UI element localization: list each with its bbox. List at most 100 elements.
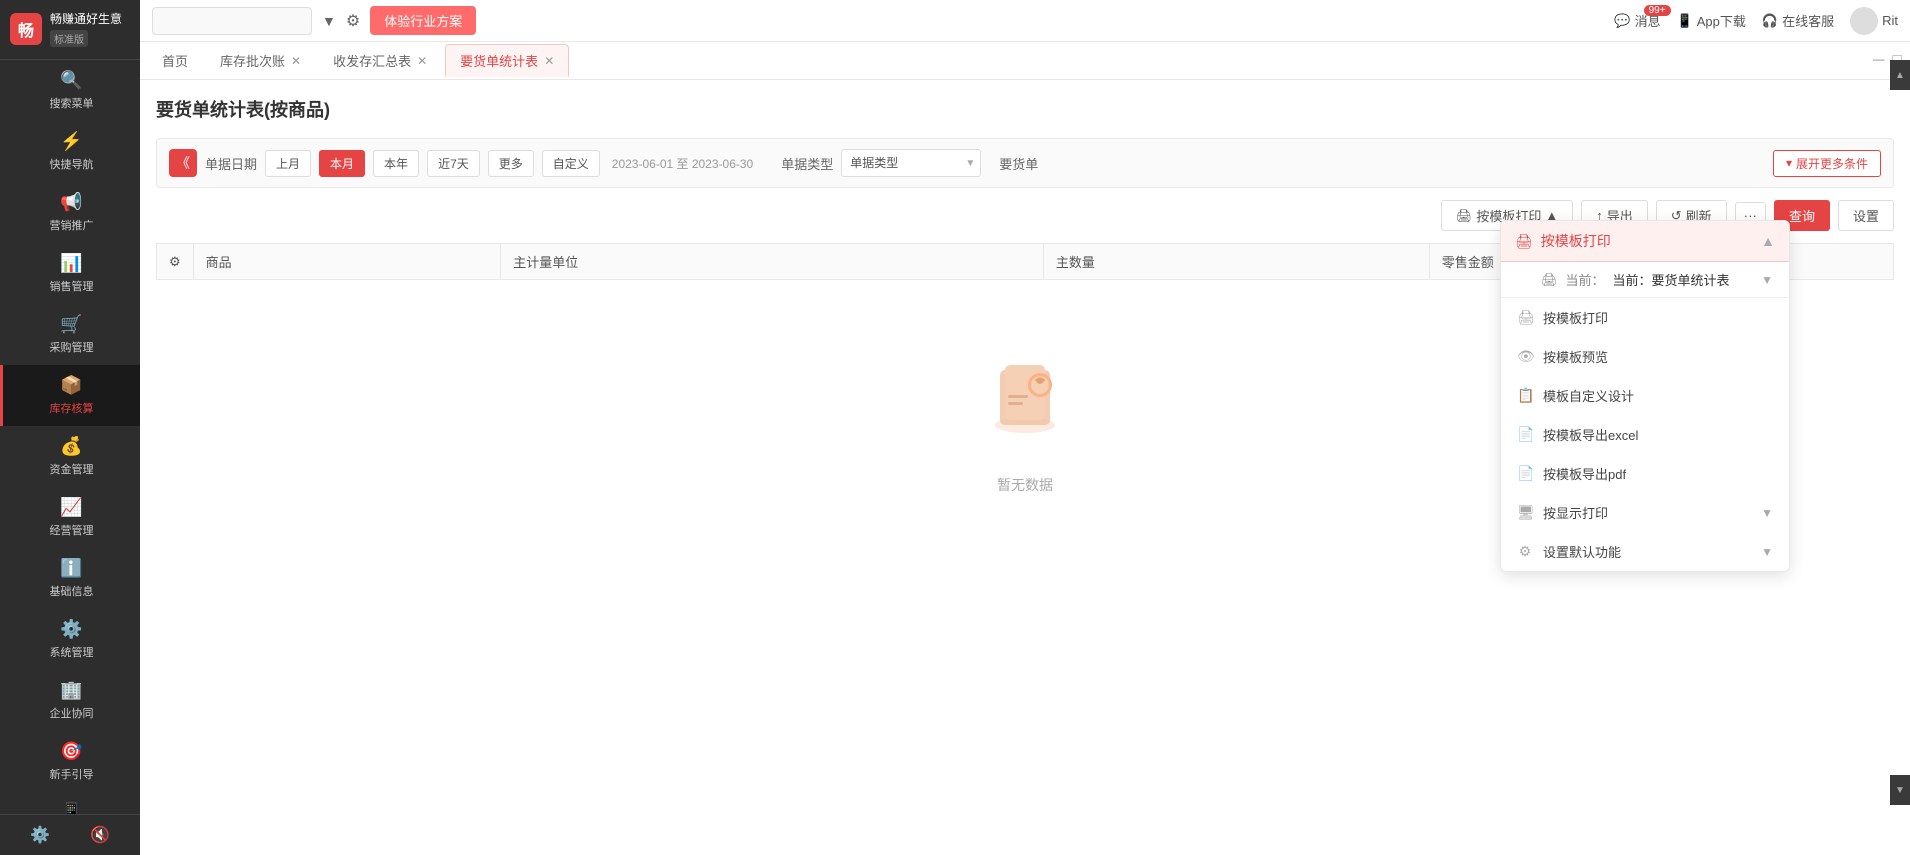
export-excel-icon: 📄 xyxy=(1517,426,1533,443)
main-area: ▼ ⚙ 体验行业方案 💬 消息 99+ 📱 App下载 🎧 在线客服 Rit xyxy=(140,0,1910,855)
sidebar-item-apps[interactable]: 📱 应用中心 xyxy=(0,792,140,814)
online-service-nav-item[interactable]: 🎧 在线客服 xyxy=(1762,11,1834,30)
messages-nav-item[interactable]: 💬 消息 99+ xyxy=(1614,11,1660,30)
minimize-icon[interactable]: ─ xyxy=(1873,52,1884,70)
template-print-item[interactable]: 🖨 按模板打印 xyxy=(1501,298,1789,337)
tab-receipt-summary[interactable]: 收发存汇总表 ✕ xyxy=(319,45,441,76)
tab-home-label: 首页 xyxy=(162,51,188,70)
app-download-label: App下载 xyxy=(1697,11,1746,30)
system-icon: ⚙️ xyxy=(60,619,82,640)
print-dropdown-current[interactable]: 🖨 当前： 当前：要货单统计表 ▼ xyxy=(1501,262,1789,298)
header-search-input[interactable] xyxy=(152,7,312,35)
operations-icon: 📈 xyxy=(60,497,82,518)
purchase-icon: 🛒 xyxy=(60,314,82,335)
sidebar-item-operations[interactable]: 📈 经营管理 xyxy=(0,487,140,548)
col-quantity: 主数量 xyxy=(1043,244,1429,280)
newbie-icon: 🎯 xyxy=(60,741,82,762)
sidebar-item-newbie[interactable]: 🎯 新手引导 xyxy=(0,731,140,792)
enterprise-icon: 🏢 xyxy=(60,680,82,701)
online-service-label: 在线客服 xyxy=(1782,11,1834,30)
template-preview-icon: 👁 xyxy=(1517,348,1533,365)
sidebar-item-purchase[interactable]: 🛒 采购管理 xyxy=(0,304,140,365)
printer-icon: 🖨 xyxy=(1515,233,1533,250)
tab-inventory-batch-label: 库存批次账 xyxy=(220,51,285,70)
sidebar-item-shortcut[interactable]: ⚡ 快捷导航 xyxy=(0,121,140,182)
tab-inventory-batch[interactable]: 库存批次账 ✕ xyxy=(206,45,315,76)
current-template-icon: 🖨 xyxy=(1541,272,1558,288)
empty-text: 暂无数据 xyxy=(997,475,1053,495)
template-export-pdf-item[interactable]: 📄 按模板导出pdf xyxy=(1501,454,1789,493)
sidebar-items: 🔍 搜索菜单 ⚡ 快捷导航 📢 营销推广 📊 销售管理 🛒 采购管理 📦 库存核… xyxy=(0,60,140,814)
tab-requisition-stats-close[interactable]: ✕ xyxy=(544,54,554,68)
template-custom-design-item[interactable]: 📋 模板自定义设计 xyxy=(1501,376,1789,415)
tab-home[interactable]: 首页 xyxy=(148,45,202,76)
filter-bar: 《 单据日期 上月 本月 本年 近7天 更多 自定义 2023-06-01 至 … xyxy=(156,138,1894,188)
sidebar-item-system[interactable]: ⚙️ 系统管理 xyxy=(0,609,140,670)
operations-label: 经营管理 xyxy=(50,522,94,538)
date-this-month-btn[interactable]: 本月 xyxy=(319,150,365,177)
tab-inventory-batch-close[interactable]: ✕ xyxy=(291,54,301,68)
scroll-down-btn[interactable]: ▼ xyxy=(1890,775,1910,805)
date-label: 单据日期 xyxy=(205,154,257,173)
marketing-label: 营销推广 xyxy=(50,217,94,233)
template-print-label: 按模板打印 xyxy=(1543,308,1608,327)
scroll-up-btn[interactable]: ▲ xyxy=(1890,60,1910,90)
tabs-bar: 首页 库存批次账 ✕ 收发存汇总表 ✕ 要货单统计表 ✕ ─ □ xyxy=(140,42,1910,80)
sidebar: 畅 畅赚通好生意 标准版 ▲ 🔍 搜索菜单 ⚡ 快捷导航 📢 营销推广 📊 销售… xyxy=(0,0,140,855)
set-default-icon: ⚙ xyxy=(1517,543,1533,560)
date-last-month-btn[interactable]: 上月 xyxy=(265,150,311,177)
dropdown-icon[interactable]: ▼ xyxy=(322,13,336,29)
user-avatar-area[interactable]: Rit xyxy=(1850,7,1898,35)
filter-expand-btn[interactable]: 《 xyxy=(169,149,197,177)
sidebar-item-inventory[interactable]: 📦 库存核算 xyxy=(0,365,140,426)
sidebar-item-search[interactable]: 🔍 搜索菜单 xyxy=(0,60,140,121)
page-title-bar: 要货单统计表(按商品) xyxy=(156,96,1894,122)
mute-icon[interactable]: 🔇 xyxy=(90,825,110,845)
message-badge: 99+ xyxy=(1644,5,1671,16)
order-status-filter: 要货单 xyxy=(999,154,1038,173)
header-right: 💬 消息 99+ 📱 App下载 🎧 在线客服 Rit xyxy=(1614,7,1898,35)
display-print-icon: 🖥 xyxy=(1517,504,1533,521)
sidebar-item-enterprise[interactable]: 🏢 企业协同 xyxy=(0,670,140,731)
tab-requisition-stats[interactable]: 要货单统计表 ✕ xyxy=(445,44,569,77)
inventory-icon: 📦 xyxy=(60,375,82,396)
expand-more-btn[interactable]: ▾ 展开更多条件 xyxy=(1773,150,1881,177)
date-7days-btn[interactable]: 近7天 xyxy=(427,150,480,177)
template-preview-item[interactable]: 👁 按模板预览 xyxy=(1501,337,1789,376)
header-gear-icon[interactable]: ⚙ xyxy=(346,11,360,31)
finance-icon: 💰 xyxy=(60,436,82,457)
type-select[interactable]: 单据类型 xyxy=(841,149,981,177)
order-status-label: 要货单 xyxy=(999,154,1038,173)
sidebar-item-marketing[interactable]: 📢 营销推广 xyxy=(0,182,140,243)
message-icon: 💬 xyxy=(1614,13,1630,29)
template-export-pdf-label: 按模板导出pdf xyxy=(1543,464,1626,483)
marketing-icon: 📢 xyxy=(60,192,82,213)
template-export-excel-item[interactable]: 📄 按模板导出excel xyxy=(1501,415,1789,454)
finance-label: 资金管理 xyxy=(50,461,94,477)
print-dropdown: 🖨 按模板打印 ▲ 🖨 当前： 当前：要货单统计表 ▼ 🖨 按模板打印 xyxy=(1500,220,1790,572)
sales-icon: 📊 xyxy=(60,253,82,274)
app-name: 畅赚通好生意 xyxy=(50,12,122,28)
app-download-nav-item[interactable]: 📱 App下载 xyxy=(1677,11,1746,30)
date-custom-btn[interactable]: 自定义 xyxy=(542,150,600,177)
print-dropdown-close-btn[interactable]: ▲ xyxy=(1761,233,1775,249)
set-default-item[interactable]: ⚙ 设置默认功能 ▼ xyxy=(1501,532,1789,571)
date-more-btn[interactable]: 更多 xyxy=(488,150,534,177)
col-settings[interactable]: ⚙ xyxy=(157,244,194,280)
settings-icon[interactable]: ⚙️ xyxy=(30,825,50,845)
purchase-label: 采购管理 xyxy=(50,339,94,355)
expand-down-icon: ▾ xyxy=(1786,156,1792,170)
export-pdf-icon: 📄 xyxy=(1517,465,1533,482)
col-unit: 主计量单位 xyxy=(501,244,1044,280)
sidebar-item-finance[interactable]: 💰 资金管理 xyxy=(0,426,140,487)
tab-receipt-summary-close[interactable]: ✕ xyxy=(417,54,427,68)
settings-btn[interactable]: 设置 xyxy=(1838,200,1894,231)
trial-industry-btn[interactable]: 体验行业方案 xyxy=(370,6,476,35)
date-this-year-btn[interactable]: 本年 xyxy=(373,150,419,177)
sidebar-item-basic[interactable]: ℹ️ 基础信息 xyxy=(0,548,140,609)
logo-icon: 畅 xyxy=(10,13,42,45)
display-print-item[interactable]: 🖥 按显示打印 ▼ xyxy=(1501,493,1789,532)
print-dropdown-title: 🖨 按模板打印 xyxy=(1515,231,1611,251)
sidebar-item-sales[interactable]: 📊 销售管理 xyxy=(0,243,140,304)
template-print-icon: 🖨 xyxy=(1517,309,1533,326)
